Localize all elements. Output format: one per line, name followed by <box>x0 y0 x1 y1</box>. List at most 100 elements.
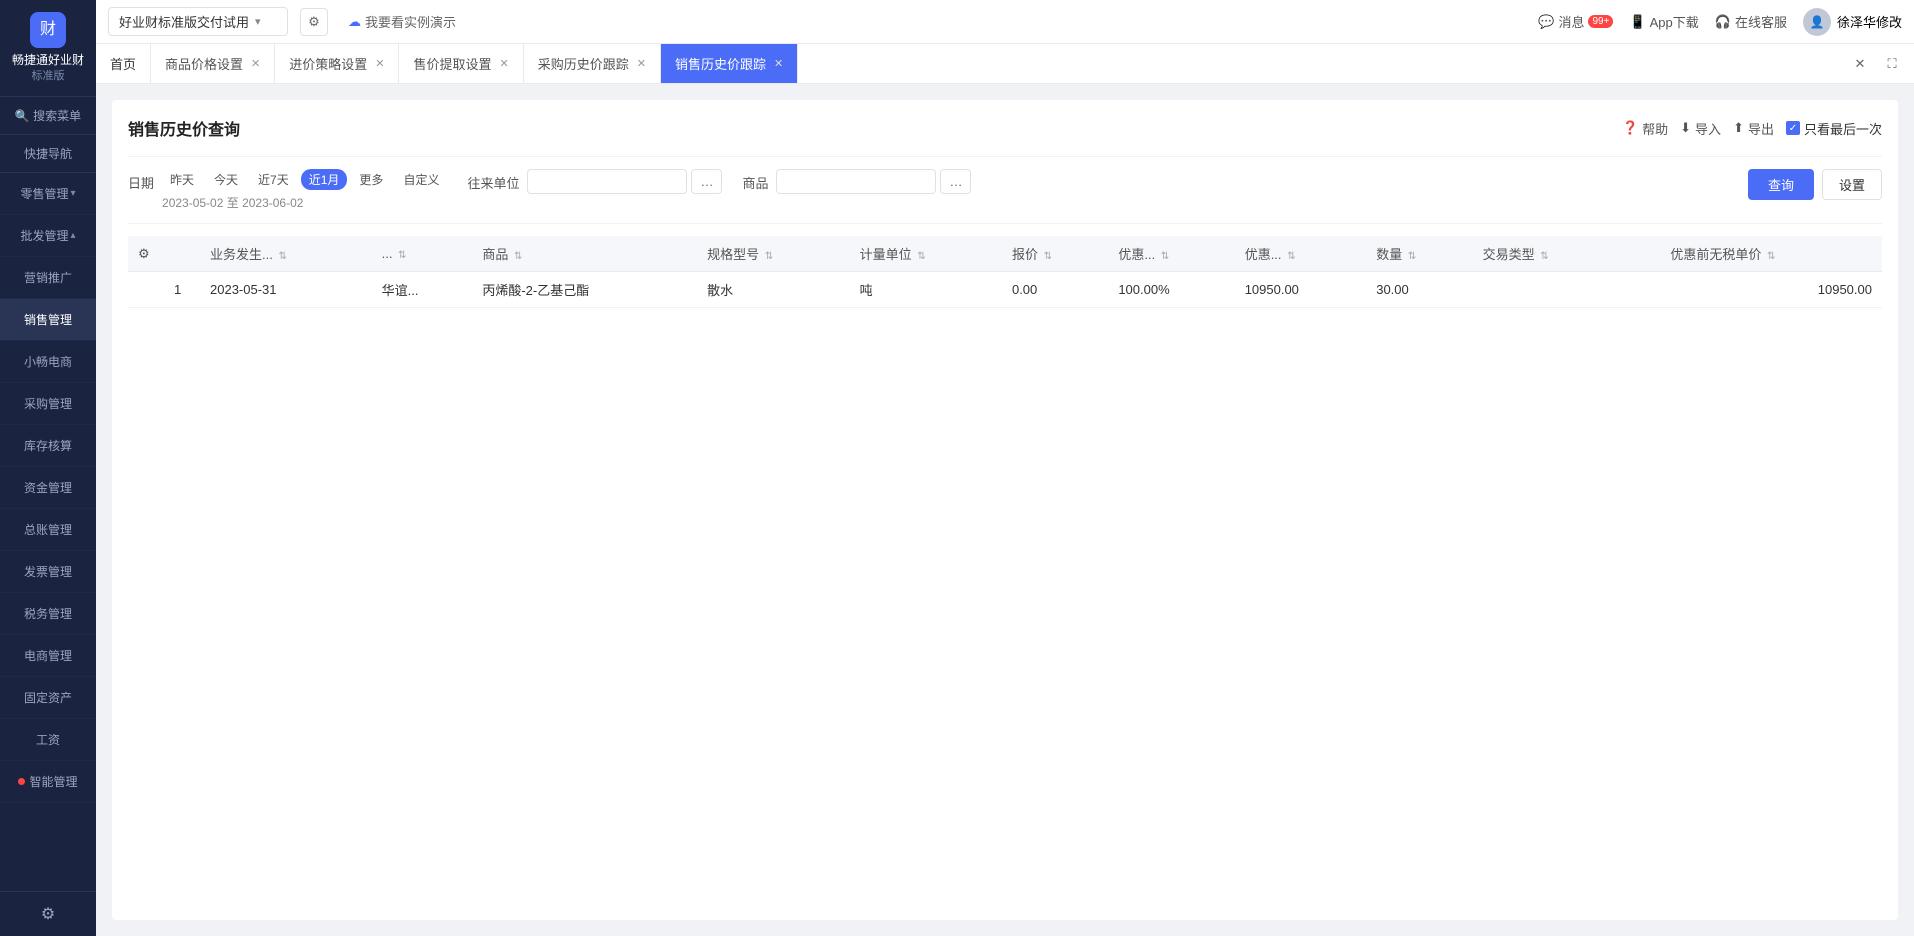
sidebar-tax-label: 税务管理 <box>24 605 72 622</box>
tab-price-settings-close[interactable]: ✕ <box>251 57 260 70</box>
headset-icon: 🎧 <box>1715 14 1731 30</box>
user-name: 徐泽华修改 <box>1837 12 1902 31</box>
logo-icon: 财 <box>30 12 66 48</box>
source-unit-input[interactable] <box>527 169 687 194</box>
sidebar-item-salary[interactable]: 工资 <box>0 719 96 761</box>
sidebar-accounting-label: 总账管理 <box>24 521 72 538</box>
sidebar-item-invoice[interactable]: 发票管理 <box>0 551 96 593</box>
table-row[interactable]: 1 2023-05-31 华谊... 丙烯酸-2-乙基己酯 散水 吨 0.00 … <box>128 272 1882 308</box>
avatar-icon: 👤 <box>1810 15 1825 29</box>
import-link[interactable]: ⬇ 导入 <box>1680 119 1721 138</box>
tab-purchase-history[interactable]: 采购历史价跟踪 ✕ <box>524 44 661 84</box>
td-discount1: 100.00% <box>1108 272 1234 308</box>
content-area: 销售历史价查询 ❓ 帮助 ⬇ 导入 ⬆ 导出 ✓ <box>96 84 1914 936</box>
product-selector[interactable]: 好业财标准版交付试用 ▾ <box>108 7 288 36</box>
th-more-cols[interactable]: ... ⇅ <box>372 236 473 272</box>
query-button[interactable]: 查询 <box>1748 169 1814 200</box>
tab-price-settings[interactable]: 商品价格设置 ✕ <box>151 44 275 84</box>
date-option-last1m[interactable]: 近1月 <box>301 169 348 190</box>
sidebar: 财 畅捷通好业财 标准版 🔍 搜索菜单 快捷导航 零售管理 ▾ 批发管理 ▴ 营… <box>0 0 96 936</box>
app-download-button[interactable]: 📱 App下载 <box>1629 12 1698 31</box>
tab-close-all-button[interactable]: ✕ <box>1846 50 1874 78</box>
sidebar-item-xcec[interactable]: 小畅电商 <box>0 341 96 383</box>
th-pretax-price[interactable]: 优惠前无税单价 ⇅ <box>1660 236 1882 272</box>
sidebar-inventory-label: 库存核算 <box>24 437 72 454</box>
settings-button[interactable]: 设置 <box>1822 169 1882 200</box>
td-row-gear <box>128 272 164 308</box>
online-service-button[interactable]: 🎧 在线客服 <box>1715 12 1787 31</box>
td-pretax-price: 10950.00 <box>1660 272 1882 308</box>
tabbar-right-actions: ✕ ⛶ <box>1846 50 1914 78</box>
tab-purchase-strategy[interactable]: 进价策略设置 ✕ <box>275 44 399 84</box>
tab-purchase-history-close[interactable]: ✕ <box>637 57 646 70</box>
topbar-demo-link[interactable]: ☁ 我要看实例演示 <box>340 8 464 35</box>
th-spec[interactable]: 规格型号 ⇅ <box>697 236 849 272</box>
sidebar-item-accounting[interactable]: 总账管理 <box>0 509 96 551</box>
td-price: 0.00 <box>1002 272 1108 308</box>
help-link[interactable]: ❓ 帮助 <box>1622 119 1668 138</box>
export-icon: ⬆ <box>1733 120 1744 136</box>
date-option-custom[interactable]: 自定义 <box>395 169 447 190</box>
message-icon: 💬 <box>1538 14 1554 30</box>
sidebar-search-menu[interactable]: 🔍 搜索菜单 <box>0 97 96 135</box>
sidebar-item-sales[interactable]: 销售管理 <box>0 299 96 341</box>
sidebar-marketing-label: 营销推广 <box>24 269 72 286</box>
th-product[interactable]: 商品 ⇅ <box>472 236 697 272</box>
th-gear[interactable]: ⚙ <box>128 236 164 272</box>
source-unit-dots-button[interactable]: … <box>691 169 722 194</box>
last-time-checkbox-label[interactable]: ✓ 只看最后一次 <box>1786 119 1882 138</box>
table-header-row: ⚙ 业务发生... ⇅ ... ⇅ 商品 ⇅ 规格型号 ⇅ 计量单位 ⇅ 报价 … <box>128 236 1882 272</box>
sidebar-item-marketing[interactable]: 营销推广 <box>0 257 96 299</box>
date-option-today[interactable]: 今天 <box>206 169 246 190</box>
th-discount2[interactable]: 优惠... ⇅ <box>1235 236 1367 272</box>
th-unit[interactable]: 计量单位 ⇅ <box>850 236 1002 272</box>
sidebar-item-retail[interactable]: 零售管理 ▾ <box>0 173 96 215</box>
date-option-last7[interactable]: 近7天 <box>250 169 297 190</box>
sidebar-item-assets[interactable]: 固定资产 <box>0 677 96 719</box>
th-tx-type[interactable]: 交易类型 ⇅ <box>1473 236 1625 272</box>
date-range-text: 2023-05-02 至 2023-06-02 <box>162 194 447 211</box>
td-spec: 散水 <box>697 272 849 308</box>
sidebar-item-smart[interactable]: 智能管理 <box>0 761 96 803</box>
product-dots-button[interactable]: … <box>940 169 971 194</box>
app-download-label: App下载 <box>1650 12 1699 31</box>
sidebar-gear-button[interactable]: ⚙ <box>0 891 96 936</box>
sidebar-quicknav[interactable]: 快捷导航 <box>0 135 96 173</box>
messages-badge: 99+ <box>1588 15 1613 28</box>
tab-purchase-strategy-close[interactable]: ✕ <box>375 57 384 70</box>
data-table: ⚙ 业务发生... ⇅ ... ⇅ 商品 ⇅ 规格型号 ⇅ 计量单位 ⇅ 报价 … <box>128 236 1882 308</box>
date-option-yesterday[interactable]: 昨天 <box>162 169 202 190</box>
tab-sales-history-close[interactable]: ✕ <box>774 57 783 70</box>
last-time-label: 只看最后一次 <box>1804 119 1882 138</box>
date-option-more[interactable]: 更多 <box>351 169 391 190</box>
tab-expand-button[interactable]: ⛶ <box>1878 50 1906 78</box>
th-biz-date[interactable]: 业务发生... ⇅ <box>200 236 372 272</box>
sidebar-item-wholesale[interactable]: 批发管理 ▴ <box>0 215 96 257</box>
sidebar-item-tax[interactable]: 税务管理 <box>0 593 96 635</box>
sidebar-item-inventory[interactable]: 库存核算 <box>0 425 96 467</box>
th-seq <box>164 236 200 272</box>
product-input[interactable] <box>776 169 936 194</box>
tab-price-extract[interactable]: 售价提取设置 ✕ <box>399 44 523 84</box>
tab-price-extract-close[interactable]: ✕ <box>500 57 509 70</box>
tab-purchase-history-label: 采购历史价跟踪 <box>538 54 629 73</box>
td-unit: 吨 <box>850 272 1002 308</box>
messages-button[interactable]: 💬 消息 99+ <box>1538 12 1613 31</box>
sidebar-item-finance[interactable]: 资金管理 <box>0 467 96 509</box>
page-header: 销售历史价查询 ❓ 帮助 ⬇ 导入 ⬆ 导出 ✓ <box>128 116 1882 140</box>
th-price[interactable]: 报价 ⇅ <box>1002 236 1108 272</box>
sidebar-item-purchase[interactable]: 采购管理 <box>0 383 96 425</box>
export-link[interactable]: ⬆ 导出 <box>1733 119 1774 138</box>
tab-sales-history[interactable]: 销售历史价跟踪 ✕ <box>661 44 798 84</box>
tab-home[interactable]: 首页 <box>96 44 151 84</box>
topbar-gear-button[interactable]: ⚙ <box>300 8 328 36</box>
product-selector-name: 好业财标准版交付试用 <box>119 12 249 31</box>
sidebar-ecom-label: 电商管理 <box>24 647 72 664</box>
th-qty[interactable]: 数量 ⇅ <box>1366 236 1472 272</box>
td-discount2: 10950.00 <box>1235 272 1367 308</box>
th-discount1[interactable]: 优惠... ⇅ <box>1108 236 1234 272</box>
sidebar-item-ecom[interactable]: 电商管理 <box>0 635 96 677</box>
sidebar-smart-label: 智能管理 <box>29 773 77 790</box>
user-profile-button[interactable]: 👤 徐泽华修改 <box>1803 8 1902 36</box>
sidebar-xcec-label: 小畅电商 <box>24 353 72 370</box>
